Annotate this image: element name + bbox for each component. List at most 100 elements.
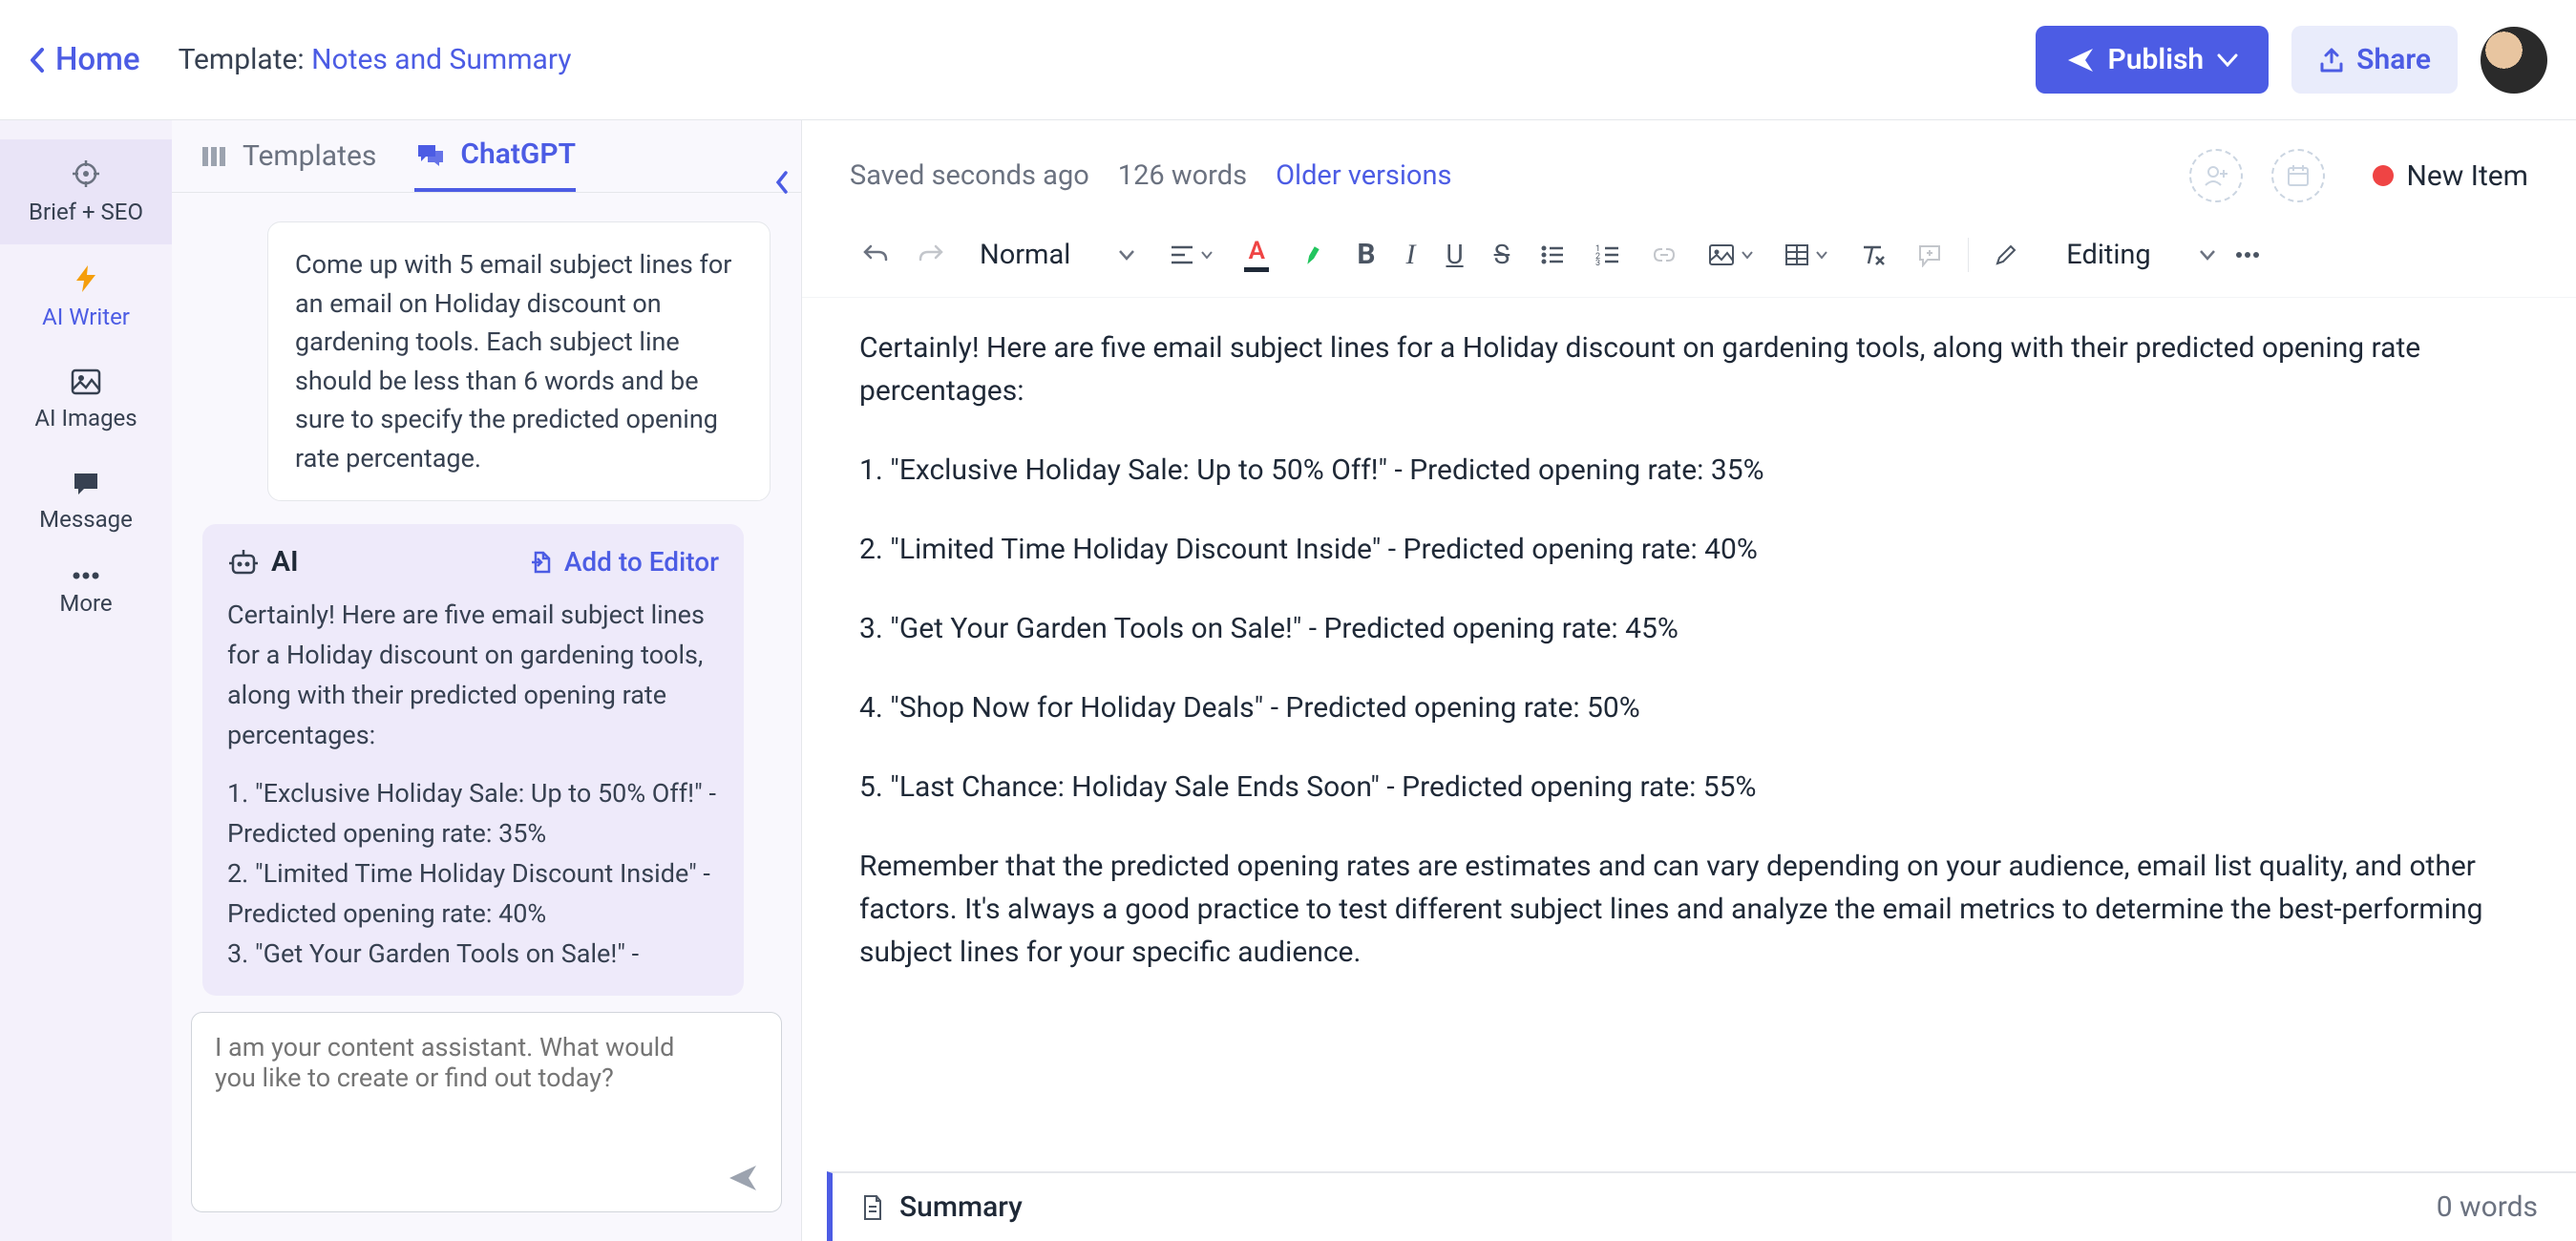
ai-intro: Certainly! Here are five email subject l… [227,596,719,755]
ordered-list-button[interactable]: 123 [1584,235,1632,275]
dots-icon [71,571,101,580]
strikethrough-button[interactable]: S [1483,229,1522,280]
bold-button[interactable]: B [1345,228,1386,281]
chat-icon [71,470,101,496]
svg-text:3: 3 [1595,259,1600,265]
chat-panel: Templates ChatGPT Come up with 5 email s… [172,120,802,1241]
editor-paragraph: Certainly! Here are five email subject l… [859,326,2519,412]
publish-label: Publish [2108,43,2205,76]
clear-format-button[interactable] [1848,233,1897,277]
older-versions-link[interactable]: Older versions [1276,159,1451,192]
editor-paragraph: 1. "Exclusive Holiday Sale: Up to 50% Of… [859,449,2519,492]
dots-icon [2235,251,2260,259]
publish-button[interactable]: Publish [2036,26,2270,94]
image-button[interactable] [1697,234,1765,276]
editing-label: Editing [2066,239,2150,271]
undo-button[interactable] [850,233,899,277]
editor-paragraph: 2. "Limited Time Holiday Discount Inside… [859,528,2519,571]
more-toolbar-button[interactable] [2224,242,2271,268]
paper-plane-icon [728,1164,758,1192]
highlight-icon [1297,238,1329,270]
user-avatar[interactable] [2481,27,2547,94]
share-label: Share [2356,43,2431,76]
add-to-editor-button[interactable]: Add to Editor [530,546,719,578]
tab-label: ChatGPT [460,137,576,171]
table-button[interactable] [1773,234,1840,276]
target-icon [71,158,101,189]
ai-message: AI Add to Editor Certainly! Here are fiv… [202,524,744,996]
bold-icon: B [1357,238,1375,271]
link-icon [1651,247,1678,263]
bullet-list-button[interactable] [1529,235,1576,275]
chevron-down-icon [1741,250,1754,260]
text-color-icon: A [1249,237,1265,265]
robot-icon [227,548,260,577]
summary-word-count: 0 words [2437,1190,2538,1224]
ai-line: 3. "Get Your Garden Tools on Sale!" - [227,935,719,975]
sidebar-item-ai-images[interactable]: AI Images [0,349,172,451]
ai-label-text: AI [271,545,299,578]
calendar-icon [2286,163,2311,188]
strike-icon: S [1494,239,1510,270]
chevron-left-icon [774,170,790,195]
link-button[interactable] [1639,238,1689,272]
italic-button[interactable]: I [1394,229,1426,281]
sidebar-label: More [59,590,112,617]
share-button[interactable]: Share [2291,26,2458,94]
sidebar-label: AI Writer [42,304,130,330]
home-label: Home [55,41,140,78]
saved-status: Saved seconds ago [850,159,1089,192]
editor-area: Saved seconds ago 126 words Older versio… [802,120,2576,1241]
editing-mode-select[interactable]: Editing [1994,239,2215,271]
italic-icon: I [1405,239,1415,271]
collapse-panel-button[interactable] [763,158,801,206]
bullet-list-icon [1540,244,1565,265]
tab-templates[interactable]: Templates [201,137,376,192]
sidebar-item-ai-writer[interactable]: AI Writer [0,244,172,349]
clear-format-icon [1859,242,1886,267]
sidebar: Brief + SEO AI Writer AI Images Message … [0,120,172,1241]
tab-chatgpt[interactable]: ChatGPT [414,137,576,192]
template-prefix: Template: [179,43,312,76]
editor-content[interactable]: Certainly! Here are five email subject l… [802,298,2576,1171]
ai-line: 1. "Exclusive Holiday Sale: Up to 50% Of… [227,774,719,854]
upload-icon [2318,47,2345,74]
chevron-down-icon [1815,250,1828,260]
paragraph-style-select[interactable]: Normal [964,231,1151,279]
template-name[interactable]: Notes and Summary [311,43,571,76]
underline-button[interactable]: U [1434,229,1474,280]
templates-icon [201,143,229,170]
user-message: Come up with 5 email subject lines for a… [267,221,771,501]
editor-paragraph: 3. "Get Your Garden Tools on Sale!" - Pr… [859,607,2519,650]
chevron-down-icon [2217,53,2238,67]
align-button[interactable] [1158,235,1225,275]
redo-icon [918,242,945,267]
chevron-down-icon [1118,249,1135,261]
summary-label: Summary [899,1190,1023,1224]
add-collaborator-button[interactable] [2189,149,2243,202]
undo-icon [861,242,888,267]
lightning-icon [73,263,99,294]
chat-input[interactable] [215,1032,704,1093]
sidebar-item-more[interactable]: More [0,552,172,636]
comment-icon [1916,242,1943,267]
table-icon [1784,243,1809,266]
schedule-button[interactable] [2271,149,2325,202]
redo-button[interactable] [907,233,957,277]
underline-icon: U [1446,239,1463,270]
text-color-button[interactable]: A [1233,227,1280,282]
image-icon [1708,243,1735,266]
new-item-indicator[interactable]: New Item [2373,159,2529,193]
document-icon [861,1193,884,1222]
chevron-left-icon [29,46,48,74]
sidebar-item-brief-seo[interactable]: Brief + SEO [0,139,172,244]
sidebar-item-message[interactable]: Message [0,451,172,552]
summary-section[interactable]: Summary 0 words [827,1171,2576,1241]
red-dot-icon [2373,165,2394,186]
chevron-down-icon [2199,249,2216,261]
comment-button[interactable] [1905,233,1954,277]
highlight-button[interactable] [1288,232,1338,278]
send-button[interactable] [728,1164,758,1192]
home-link[interactable]: Home [29,41,140,78]
chevron-down-icon [1200,250,1214,260]
